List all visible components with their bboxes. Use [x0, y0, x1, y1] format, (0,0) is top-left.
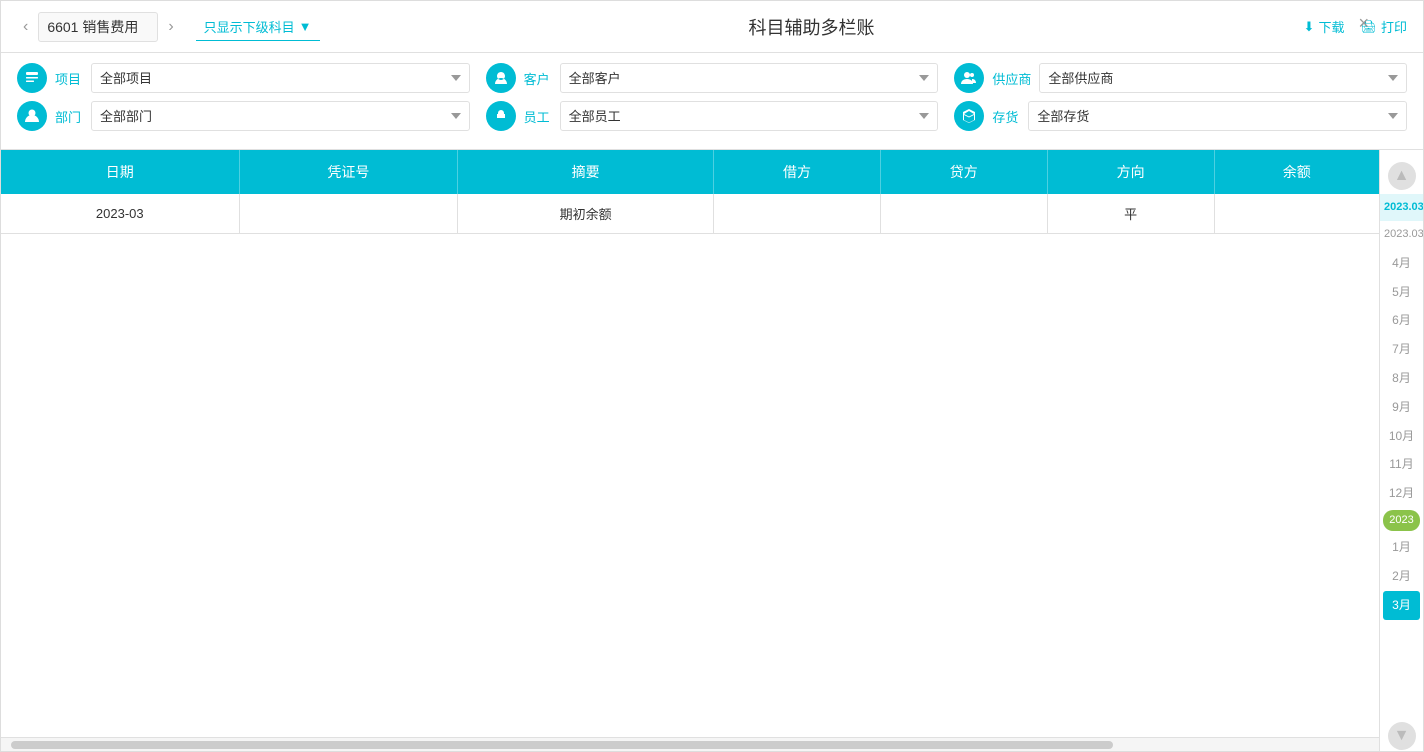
- customer-select[interactable]: 全部客户: [560, 63, 939, 93]
- chevron-down-icon: ▼: [299, 19, 312, 34]
- main-area: 日期 凭证号 摘要 借方 贷方 方向 余额 2023-03 期初余额: [1, 150, 1423, 752]
- cell-balance: [1214, 194, 1379, 234]
- horizontal-scrollbar[interactable]: [1, 737, 1379, 751]
- sidebar-month-12[interactable]: 12月: [1380, 479, 1423, 508]
- sidebar-month-1[interactable]: 1月: [1380, 533, 1423, 562]
- customer-icon: [486, 63, 516, 93]
- sidebar-month-2[interactable]: 2月: [1380, 562, 1423, 591]
- sidebar-year-2023[interactable]: 2023: [1383, 510, 1420, 531]
- cell-debit: [714, 194, 881, 234]
- filter-dept: 部门 全部部门: [17, 101, 470, 131]
- header: ‹ 6601 销售费用 › 只显示下级科目 ▼ 科目辅助多栏账 ⬇ 下载 🖨 打…: [1, 1, 1423, 53]
- show-sub-subject-button[interactable]: 只显示下级科目 ▼: [196, 13, 320, 41]
- cell-credit: [880, 194, 1047, 234]
- inventory-icon: [954, 101, 984, 131]
- nav-section: ‹ 6601 销售费用 › 只显示下级科目 ▼: [17, 12, 320, 42]
- col-balance: 余额: [1214, 150, 1379, 194]
- download-icon: ⬇: [1304, 19, 1315, 35]
- download-button[interactable]: ⬇ 下载: [1304, 17, 1345, 36]
- supplier-select[interactable]: 全部供应商: [1039, 63, 1407, 93]
- employee-icon: [486, 101, 516, 131]
- employee-label: 员工: [524, 107, 552, 126]
- filter-inventory: 存货 全部存货: [954, 101, 1407, 131]
- customer-label: 客户: [524, 69, 552, 88]
- project-icon: [17, 63, 47, 93]
- col-direction: 方向: [1047, 150, 1214, 194]
- employee-select[interactable]: 全部员工: [560, 101, 939, 131]
- timeline-sidebar: ▲ 2023.03 2023.03 4月 5月 6月 7月 8月 9月 10月 …: [1379, 150, 1423, 752]
- sidebar-date-1[interactable]: 2023.03: [1380, 194, 1423, 221]
- sidebar-month-9[interactable]: 9月: [1380, 393, 1423, 422]
- supplier-icon: [954, 63, 984, 93]
- col-date: 日期: [1, 150, 239, 194]
- project-label: 项目: [55, 69, 83, 88]
- filter-row-1: 项目 全部项目 客户 全部客户 供应商 全部供: [17, 63, 1407, 93]
- cell-date: 2023-03: [1, 194, 239, 234]
- sidebar-month-7[interactable]: 7月: [1380, 335, 1423, 364]
- filter-section: 项目 全部项目 客户 全部客户 供应商 全部供: [1, 53, 1423, 150]
- sidebar-month-8[interactable]: 8月: [1380, 364, 1423, 393]
- subject-code: 6601 销售费用: [38, 12, 158, 42]
- col-summary: 摘要: [458, 150, 714, 194]
- col-voucher: 凭证号: [239, 150, 458, 194]
- sidebar-date-2[interactable]: 2023.03: [1380, 221, 1423, 248]
- table-wrapper[interactable]: 日期 凭证号 摘要 借方 贷方 方向 余额 2023-03 期初余额: [1, 150, 1379, 752]
- table-row: 2023-03 期初余额 平: [1, 194, 1379, 234]
- dept-select[interactable]: 全部部门: [91, 101, 470, 131]
- inventory-label: 存货: [992, 107, 1020, 126]
- sidebar-month-6[interactable]: 6月: [1380, 306, 1423, 335]
- dept-icon: [17, 101, 47, 131]
- sidebar-month-11[interactable]: 11月: [1380, 450, 1423, 479]
- cell-voucher: [239, 194, 458, 234]
- next-subject-button[interactable]: ›: [162, 16, 179, 38]
- prev-subject-button[interactable]: ‹: [17, 16, 34, 38]
- sidebar-month-10[interactable]: 10月: [1380, 422, 1423, 451]
- col-debit: 借方: [714, 150, 881, 194]
- supplier-label: 供应商: [992, 69, 1031, 88]
- table-header-row: 日期 凭证号 摘要 借方 贷方 方向 余额: [1, 150, 1379, 194]
- col-credit: 贷方: [880, 150, 1047, 194]
- filter-customer: 客户 全部客户: [486, 63, 939, 93]
- inventory-select[interactable]: 全部存货: [1028, 101, 1407, 131]
- scroll-up-button[interactable]: ▲: [1388, 162, 1416, 190]
- filter-project: 项目 全部项目: [17, 63, 470, 93]
- main-window: ‹ 6601 销售费用 › 只显示下级科目 ▼ 科目辅助多栏账 ⬇ 下载 🖨 打…: [0, 0, 1424, 752]
- project-select[interactable]: 全部项目: [91, 63, 470, 93]
- page-title: 科目辅助多栏账: [320, 14, 1304, 40]
- close-button[interactable]: ×: [1354, 9, 1373, 38]
- sidebar-month-4[interactable]: 4月: [1380, 249, 1423, 278]
- filter-supplier: 供应商 全部供应商: [954, 63, 1407, 93]
- dept-label: 部门: [55, 107, 83, 126]
- filter-employee: 员工 全部员工: [486, 101, 939, 131]
- scroll-down-button[interactable]: ▼: [1388, 722, 1416, 750]
- sidebar-month-5[interactable]: 5月: [1380, 278, 1423, 307]
- cell-direction: 平: [1047, 194, 1214, 234]
- sidebar-month-3-selected[interactable]: 3月: [1383, 591, 1420, 620]
- data-table: 日期 凭证号 摘要 借方 贷方 方向 余额 2023-03 期初余额: [1, 150, 1379, 234]
- cell-summary: 期初余额: [458, 194, 714, 234]
- filter-row-2: 部门 全部部门 员工 全部员工 存货 全部存货: [17, 101, 1407, 131]
- scrollbar-thumb: [11, 741, 1113, 749]
